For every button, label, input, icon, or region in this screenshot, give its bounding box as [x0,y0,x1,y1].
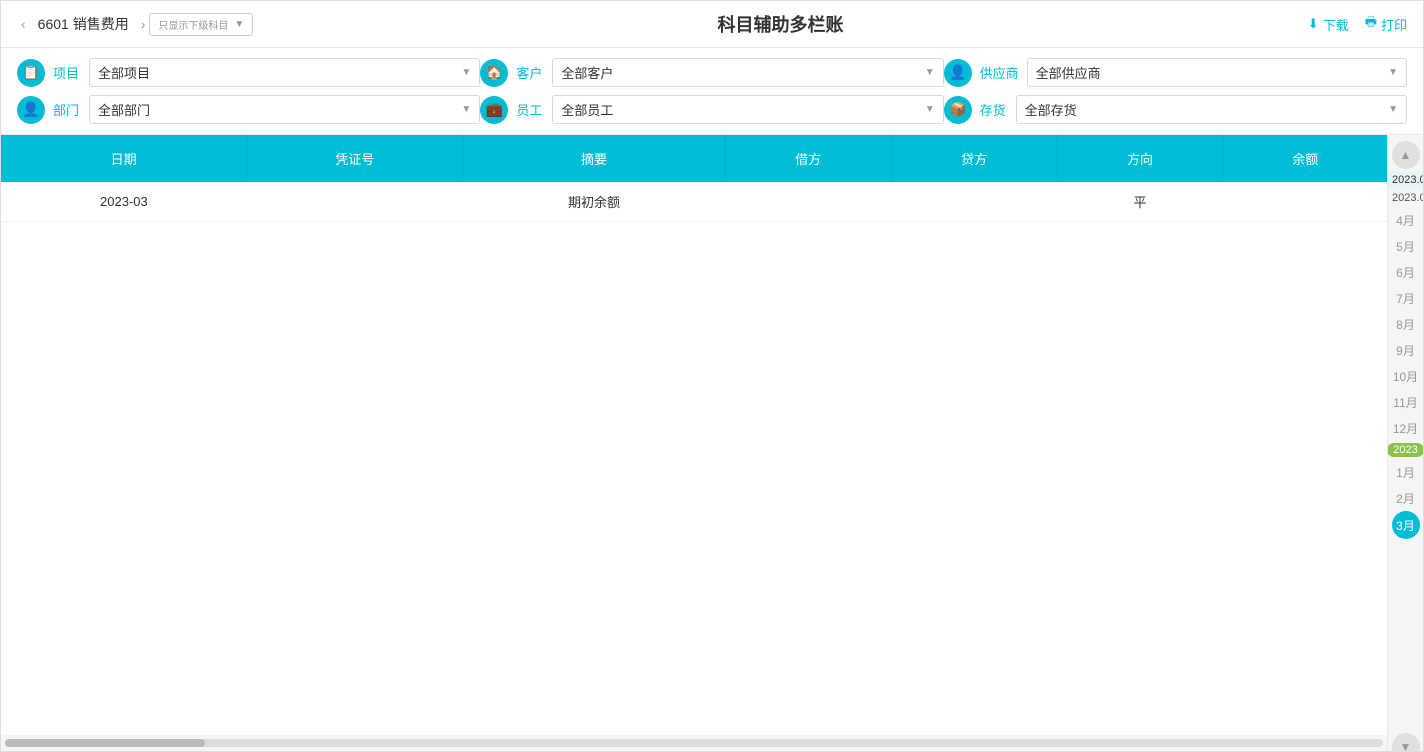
month-12[interactable]: 12月 [1392,415,1420,441]
ledger-table: 日期 凭证号 摘要 借方 贷方 方向 余额 2023-03 期初余额 [1,135,1387,222]
department-label: 部门 [53,100,81,119]
employee-label: 员工 [516,100,544,119]
chevron-down-icon: ▼ [461,104,471,115]
filter-project: 📋 项目 全部项目 ▼ [17,58,480,87]
sub-account-filter[interactable]: 只显示下级科目 ▼ [149,13,253,36]
employee-icon: 💼 [480,96,508,124]
cell-voucher [247,182,463,222]
employee-select[interactable]: 全部员工 ▼ [552,95,943,124]
chevron-down-icon: ▼ [234,19,244,30]
table-body: 2023-03 期初余额 平 [1,182,1387,222]
filters-area: 📋 项目 全部项目 ▼ 🏠 客户 全部客户 ▼ 👤 供应商 全部供应商 ▼ [1,48,1423,135]
department-icon: 👤 [17,96,45,124]
table-row[interactable]: 2023-03 期初余额 平 [1,182,1387,222]
chevron-down-icon: ▼ [925,104,935,115]
cell-date: 2023-03 [1,182,247,222]
cell-direction: 平 [1057,182,1223,222]
period-item-2023-03-top[interactable]: 2023.03 [1388,171,1423,189]
period-sidebar: ▲ 2023.03 2023.03 4月 5月 6月 7月 8月 9月 10月 … [1387,135,1423,752]
col-credit: 贷方 [891,135,1057,182]
month-7[interactable]: 7月 [1392,285,1420,311]
month-9[interactable]: 9月 [1392,337,1420,363]
filter-inventory: 📦 存货 全部存货 ▼ [944,95,1407,124]
account-code: 6601 销售费用 [38,14,129,34]
chevron-down-icon: ▼ [461,67,471,78]
filter-department: 👤 部门 全部部门 ▼ [17,95,480,124]
h-scrollbar-thumb[interactable] [5,739,205,747]
print-button[interactable]: 🖶 打印 [1365,13,1407,35]
year-badge-2023[interactable]: 2023 [1387,443,1423,457]
chevron-down-icon: ▼ [925,67,935,78]
month-6[interactable]: 6月 [1392,259,1420,285]
download-button[interactable]: ⬇ 下载 [1308,13,1349,35]
period-item-2023-03-sub[interactable]: 2023.03 [1388,189,1423,207]
col-voucher: 凭证号 [247,135,463,182]
cell-balance [1223,182,1387,222]
download-label: 下载 [1323,15,1349,34]
chevron-down-icon: ▼ [1388,67,1398,78]
prev-account-btn[interactable]: ‹ [17,14,30,34]
col-balance: 余额 [1223,135,1387,182]
sub-account-label: 只显示下级科目 [158,17,228,32]
month-4[interactable]: 4月 [1392,207,1420,233]
supplier-select[interactable]: 全部供应商 ▼ [1027,58,1407,87]
header: ‹ 6601 销售费用 › 只显示下级科目 ▼ 科目辅助多栏账 ⬇ 下载 🖶 打… [1,1,1423,48]
inventory-label: 存货 [980,100,1008,119]
inventory-select[interactable]: 全部存货 ▼ [1016,95,1407,124]
customer-select[interactable]: 全部客户 ▼ [552,58,943,87]
supplier-label: 供应商 [980,63,1019,82]
col-date: 日期 [1,135,247,182]
col-debit: 借方 [725,135,891,182]
table-header: 日期 凭证号 摘要 借方 贷方 方向 余额 [1,135,1387,182]
month-1[interactable]: 1月 [1392,459,1420,485]
filter-customer: 🏠 客户 全部客户 ▼ [480,58,943,87]
table-area[interactable]: 日期 凭证号 摘要 借方 贷方 方向 余额 2023-03 期初余额 [1,135,1387,752]
col-direction: 方向 [1057,135,1223,182]
cell-debit [725,182,891,222]
customer-icon: 🏠 [480,59,508,87]
scroll-up-btn[interactable]: ▲ [1392,141,1420,169]
department-select[interactable]: 全部部门 ▼ [89,95,480,124]
print-icon: 🖶 [1365,13,1377,35]
h-scrollbar-track[interactable] [5,739,1383,747]
col-summary: 摘要 [463,135,725,182]
project-select[interactable]: 全部项目 ▼ [89,58,480,87]
project-label: 项目 [53,63,81,82]
customer-label: 客户 [516,63,544,82]
month-2[interactable]: 2月 [1392,485,1420,511]
scroll-down-btn[interactable]: ▼ [1392,733,1420,752]
main-content: 日期 凭证号 摘要 借方 贷方 方向 余额 2023-03 期初余额 [1,135,1423,752]
cell-credit [891,182,1057,222]
main-window: ‹ 6601 销售费用 › 只显示下级科目 ▼ 科目辅助多栏账 ⬇ 下载 🖶 打… [0,0,1424,752]
page-title: 科目辅助多栏账 [253,11,1307,37]
chevron-down-icon: ▼ [1388,104,1398,115]
month-3-active[interactable]: 3月 [1392,511,1420,539]
project-icon: 📋 [17,59,45,87]
cell-summary: 期初余额 [463,182,725,222]
month-10[interactable]: 10月 [1392,363,1420,389]
action-buttons: ⬇ 下载 🖶 打印 [1308,13,1407,35]
print-label: 打印 [1381,15,1407,34]
filter-supplier: 👤 供应商 全部供应商 ▼ [944,58,1407,87]
next-account-btn[interactable]: › [137,14,150,34]
download-icon: ⬇ [1308,16,1319,32]
supplier-icon: 👤 [944,59,972,87]
month-5[interactable]: 5月 [1392,233,1420,259]
inventory-icon: 📦 [944,96,972,124]
month-11[interactable]: 11月 [1392,389,1420,415]
month-8[interactable]: 8月 [1392,311,1420,337]
filter-employee: 💼 员工 全部员工 ▼ [480,95,943,124]
horizontal-scrollbar[interactable] [1,735,1387,751]
